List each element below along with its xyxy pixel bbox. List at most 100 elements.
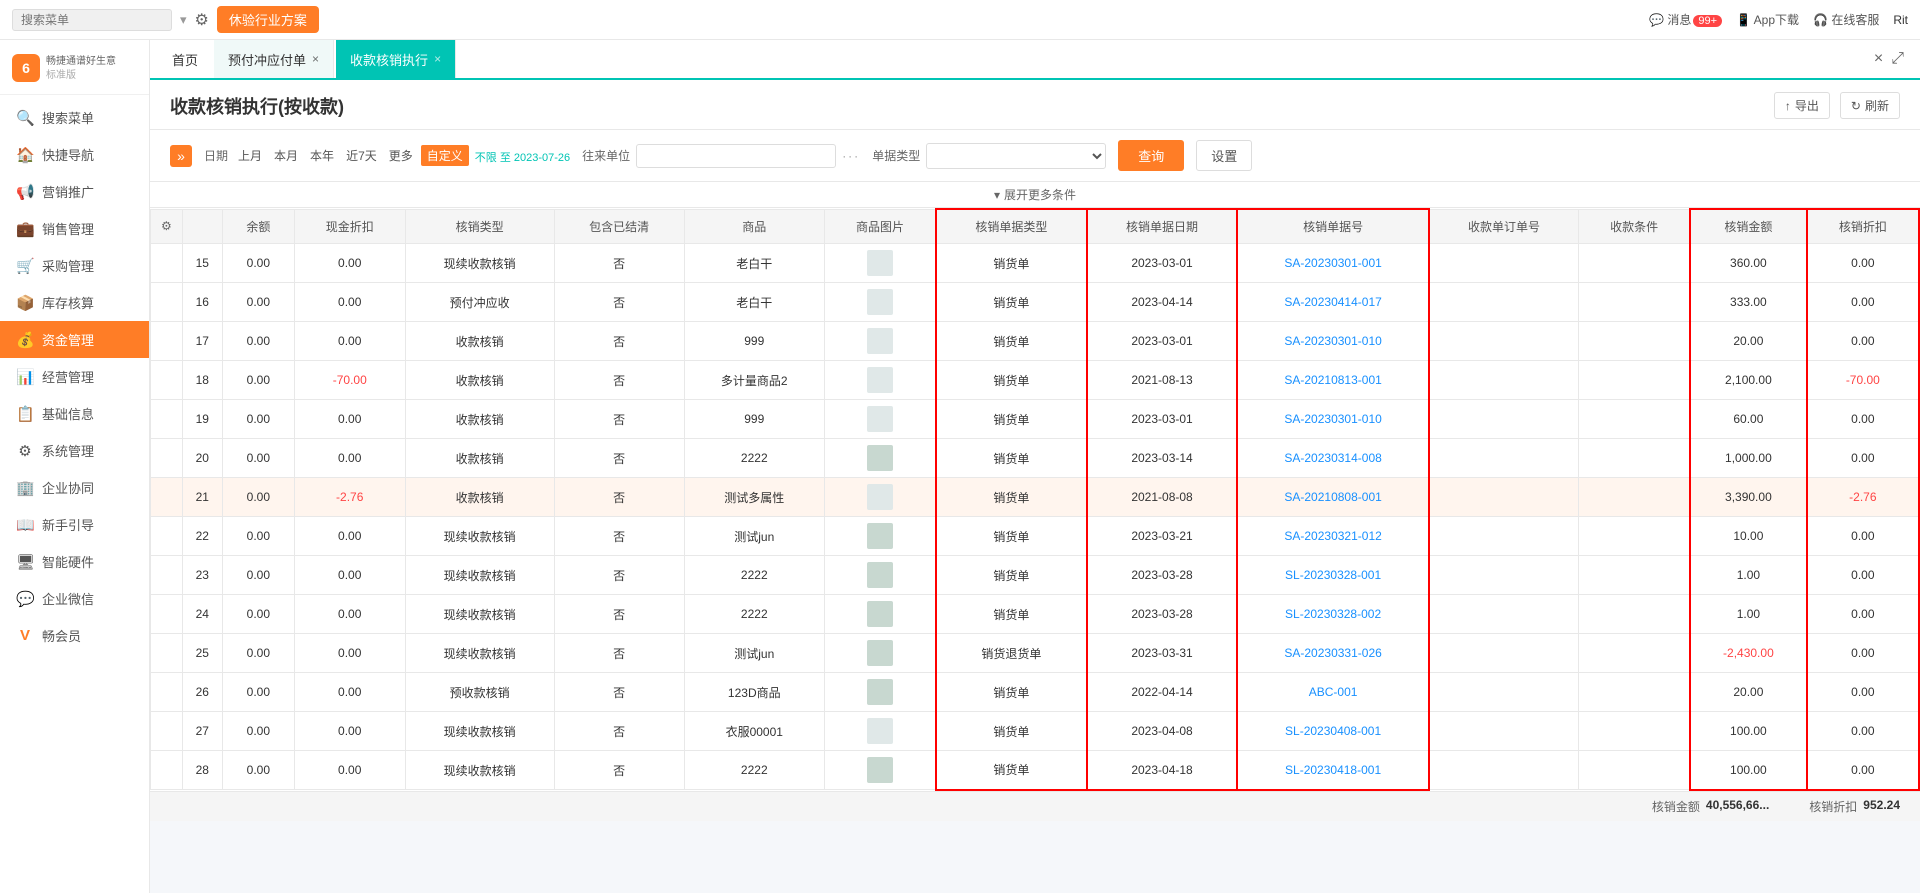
td-product-image <box>825 673 936 712</box>
date-range-text: 不限 至 2023-07-26 <box>475 152 570 164</box>
product-image <box>867 445 893 471</box>
doc-no-link[interactable]: SA-20230331-026 <box>1284 646 1381 660</box>
industry-btn[interactable]: 休验行业方案 <box>217 6 319 33</box>
doc-no-link[interactable]: SA-20230301-010 <box>1284 412 1381 426</box>
td-doc-date: 2023-03-01 <box>1087 244 1238 283</box>
date-custom[interactable]: 自定义 <box>421 145 469 166</box>
filter-settings-btn[interactable]: 设置 <box>1196 140 1252 171</box>
gear-icon[interactable]: ⚙ <box>195 10 209 30</box>
table-row: 24 0.00 0.00 现续收款核销 否 2222 销货单 2023-03-2… <box>151 595 1920 634</box>
doc-no-link[interactable]: SL-20230408-001 <box>1285 724 1381 738</box>
receipt-type-select[interactable] <box>926 143 1106 169</box>
sidebar-item-wechat[interactable]: 💬 企业微信 <box>0 580 149 617</box>
tab-prepay[interactable]: 预付冲应付单 × <box>214 40 334 78</box>
search-input[interactable] <box>12 9 172 31</box>
date-this-month[interactable]: 本月 <box>270 145 302 166</box>
app-download-link[interactable]: 📱 App下载 <box>1736 11 1799 28</box>
td-cancel-amount: -2,430.00 <box>1690 634 1807 673</box>
td-product-image <box>825 283 936 322</box>
td-seq: 20 <box>182 439 222 478</box>
doc-no-link[interactable]: SA-20230321-012 <box>1284 529 1381 543</box>
th-cash-discount: 现金折扣 <box>294 209 405 244</box>
message-icon[interactable]: 💬 消息99+ <box>1649 11 1722 28</box>
doc-no-link[interactable]: SA-20210813-001 <box>1284 373 1381 387</box>
user-label[interactable]: Rit <box>1893 13 1908 27</box>
sidebar-item-sales[interactable]: 💼 销售管理 <box>0 210 149 247</box>
content-area: 首页 预付冲应付单 × 收款核销执行 × × ⤢ 收款核销执行(按收款) <box>150 40 1920 893</box>
sidebar-item-member[interactable]: V 畅会员 <box>0 617 149 654</box>
td-product-image <box>825 595 936 634</box>
table-row: 25 0.00 0.00 现续收款核销 否 测试jun 销货退货单 2023-0… <box>151 634 1920 673</box>
td-balance: 0.00 <box>222 517 294 556</box>
doc-no-link[interactable]: SA-20230301-001 <box>1284 256 1381 270</box>
refresh-btn[interactable]: ↻ 刷新 <box>1840 92 1900 119</box>
td-cancel-discount: 0.00 <box>1807 751 1919 790</box>
td-doc-type: 销货单 <box>936 322 1087 361</box>
doc-no-link[interactable]: SL-20230328-001 <box>1285 568 1381 582</box>
td-doc-date: 2021-08-08 <box>1087 478 1238 517</box>
sidebar-item-basic[interactable]: 📋 基础信息 <box>0 395 149 432</box>
doc-no-link[interactable]: SA-20210808-001 <box>1284 490 1381 504</box>
sidebar-item-enterprise[interactable]: 🏢 企业协同 <box>0 469 149 506</box>
doc-no-link[interactable]: SL-20230328-002 <box>1285 607 1381 621</box>
online-service-link[interactable]: 🎧 在线客服 <box>1813 11 1879 28</box>
table-row: 26 0.00 0.00 预收款核销 否 123D商品 销货单 2022-04-… <box>151 673 1920 712</box>
tab-prepay-close[interactable]: × <box>312 52 319 66</box>
sidebar-item-inventory[interactable]: 📦 库存核算 <box>0 284 149 321</box>
footer-total-amount: 核销金额 40,556,66... <box>1652 798 1769 815</box>
td-doc-date: 2023-03-28 <box>1087 595 1238 634</box>
td-cancel-amount: 1.00 <box>1690 556 1807 595</box>
td-checkbox <box>151 634 183 673</box>
doc-no-link[interactable]: SA-20230414-017 <box>1284 295 1381 309</box>
filter-toggle-btn[interactable]: » <box>170 145 192 167</box>
query-btn[interactable]: 查询 <box>1118 140 1184 171</box>
sidebar-item-marketing[interactable]: 📢 营销推广 <box>0 173 149 210</box>
tab-expand-btn[interactable]: ⤢ <box>1891 50 1904 68</box>
cancel-discount-value: -70.00 <box>1846 373 1880 387</box>
tab-close-btn[interactable]: × <box>1874 50 1883 68</box>
tab-home[interactable]: 首页 <box>158 40 212 78</box>
sidebar-item-funds[interactable]: 💰 资金管理 <box>0 321 149 358</box>
product-image <box>867 757 893 783</box>
tab-collection[interactable]: 收款核销执行 × <box>336 40 456 78</box>
sidebar-item-hardware[interactable]: 🖥 智能硬件 <box>0 543 149 580</box>
sidebar-item-quicknav[interactable]: 🏠 快捷导航 <box>0 136 149 173</box>
tab-bar: 首页 预付冲应付单 × 收款核销执行 × × ⤢ <box>150 40 1920 80</box>
sidebar-item-search[interactable]: 🔍 搜索菜单 <box>0 99 149 136</box>
date-7days[interactable]: 近7天 <box>342 145 381 166</box>
cash-discount-value: -2.76 <box>336 490 363 504</box>
td-receipt-condition <box>1579 361 1690 400</box>
filter-date-group: 日期 上月 本月 本年 近7天 更多 自定义 不限 至 2023-07-26 <box>204 145 570 166</box>
td-product: 123D商品 <box>684 673 825 712</box>
td-seq: 16 <box>182 283 222 322</box>
tab-collection-close[interactable]: × <box>434 52 441 66</box>
doc-no-link[interactable]: SA-20230301-010 <box>1284 334 1381 348</box>
date-more[interactable]: 更多 <box>385 145 417 166</box>
sidebar-item-guide[interactable]: 📖 新手引导 <box>0 506 149 543</box>
th-settings[interactable]: ⚙ <box>151 209 183 244</box>
table-row: 22 0.00 0.00 现续收款核销 否 测试jun 销货单 2023-03-… <box>151 517 1920 556</box>
counterpart-input[interactable] <box>636 144 836 168</box>
td-product: 999 <box>684 400 825 439</box>
expand-more-btn[interactable]: ▾ 展开更多条件 <box>994 186 1076 203</box>
td-cancel-type: 收款核销 <box>405 478 554 517</box>
doc-no-link[interactable]: ABC-001 <box>1309 685 1358 699</box>
table-container: ⚙ 余额 现金折扣 核销类型 包含已结清 商品 商品图片 核销单据类型 核销单据… <box>150 208 1920 821</box>
td-doc-date: 2021-08-13 <box>1087 361 1238 400</box>
date-this-year[interactable]: 本年 <box>306 145 338 166</box>
doc-no-link[interactable]: SA-20230314-008 <box>1284 451 1381 465</box>
td-include-settled: 否 <box>554 478 684 517</box>
main-layout: 6 畅捷通谱好生意 标准版 🔍 搜索菜单 🏠 快捷导航 📢 营销推广 💼 销售管… <box>0 40 1920 893</box>
td-doc-type: 销货单 <box>936 283 1087 322</box>
date-last-month[interactable]: 上月 <box>234 145 266 166</box>
td-doc-no: SA-20230301-010 <box>1237 400 1428 439</box>
doc-no-link[interactable]: SL-20230418-001 <box>1285 763 1381 777</box>
sidebar-item-purchase[interactable]: 🛒 采购管理 <box>0 247 149 284</box>
td-checkbox <box>151 439 183 478</box>
td-doc-no: ABC-001 <box>1237 673 1428 712</box>
sidebar-item-operations[interactable]: 📊 经营管理 <box>0 358 149 395</box>
td-doc-no: SA-20230314-008 <box>1237 439 1428 478</box>
export-btn[interactable]: ↑ 导出 <box>1774 92 1830 119</box>
sidebar-item-system[interactable]: ⚙ 系统管理 <box>0 432 149 469</box>
th-product: 商品 <box>684 209 825 244</box>
